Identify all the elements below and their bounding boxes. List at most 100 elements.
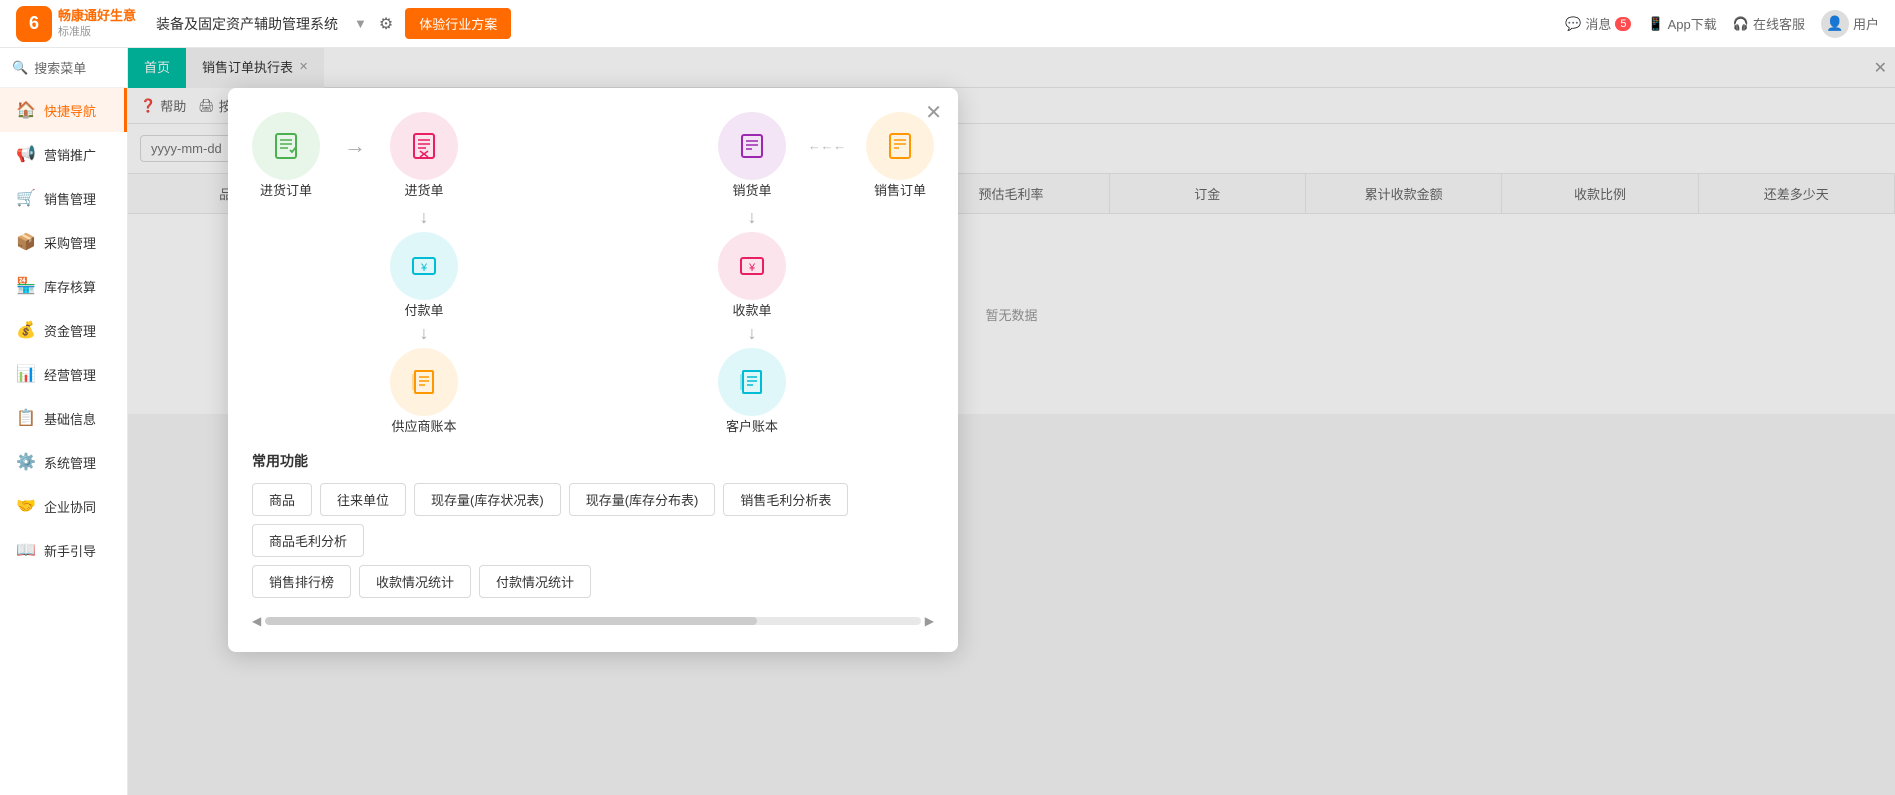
search-menu[interactable]: 🔍 搜索菜单 [0, 48, 127, 88]
service-icon: 🎧 [1733, 16, 1749, 32]
online-service-action[interactable]: 🎧 在线客服 [1733, 14, 1805, 33]
topbar-right: 💬 消息 5 📱 App下载 🎧 在线客服 👤 用户 [1565, 10, 1879, 38]
flow-node-purchase-order: 进货订单 [252, 112, 320, 199]
enterprise-icon: 🤝 [16, 496, 36, 516]
btn-counterparty[interactable]: 往来单位 [320, 483, 406, 516]
scroll-left-icon[interactable]: ◀ [252, 614, 261, 628]
purchase-icon: 📦 [16, 232, 36, 252]
sidebar-item-marketing[interactable]: 📢 营销推广 [0, 132, 127, 176]
receipt-slip-label: 收款单 [732, 300, 771, 319]
sidebar-item-finance[interactable]: 💰 资金管理 [0, 308, 127, 352]
btn-payment-stats[interactable]: 付款情况统计 [479, 565, 591, 598]
sales-slip-label: 销货单 [732, 180, 771, 199]
purchase-order-icon [252, 112, 320, 180]
btn-sales-margin[interactable]: 销售毛利分析表 [723, 483, 848, 516]
flow-node-payment-slip: ¥ 付款单 [390, 232, 458, 319]
sidebar-item-system[interactable]: ⚙️ 系统管理 [0, 440, 127, 484]
message-label: 消息 [1585, 14, 1611, 33]
sidebar-item-enterprise[interactable]: 🤝 企业协同 [0, 484, 127, 528]
experience-button[interactable]: 体验行业方案 [405, 8, 511, 39]
message-icon: 💬 [1565, 16, 1581, 32]
modal-box: ✕ 进货订单 → [228, 88, 958, 652]
app-download-icon: 📱 [1647, 16, 1663, 32]
flow-node-sales-order: 销售订单 [866, 112, 934, 199]
btn-stock-status[interactable]: 现存量(库存状况表) [414, 483, 561, 516]
flow-node-supplier-ledger: 供应商账本 [390, 348, 458, 435]
arrow-pay-down: ↓ [390, 323, 458, 344]
logo-text: 畅康通好生意 标准版 [58, 8, 136, 40]
gear-icon[interactable]: ⚙ [379, 14, 393, 34]
sidebar-item-label: 营销推广 [44, 145, 96, 164]
sidebar-item-label: 资金管理 [44, 321, 96, 340]
sales-icon: 🛒 [16, 188, 36, 208]
scrollbar-thumb [265, 617, 757, 625]
home-icon: 🏠 [16, 100, 36, 120]
guide-icon: 📖 [16, 540, 36, 560]
flow-node-receipt-slip: ¥ 收款单 [718, 232, 786, 319]
scroll-right-icon[interactable]: ▶ [925, 614, 934, 628]
online-service-label: 在线客服 [1753, 14, 1805, 33]
sidebar-item-label: 系统管理 [44, 453, 96, 472]
modal-overlay: ✕ 进货订单 → [128, 48, 1895, 795]
inventory-icon: 🏪 [16, 276, 36, 296]
flow-diagram: 进货订单 → 进货单 [252, 112, 934, 435]
arrow-ss-down: ↓ [718, 207, 786, 228]
svg-text:¥: ¥ [748, 262, 756, 274]
svg-text:¥: ¥ [420, 262, 428, 274]
btn-sales-rank[interactable]: 销售排行榜 [252, 565, 351, 598]
operations-icon: 📊 [16, 364, 36, 384]
search-icon: 🔍 [12, 60, 28, 76]
logo-icon: 6 [16, 6, 52, 42]
modal-close-button[interactable]: ✕ [925, 100, 942, 125]
user-action[interactable]: 👤 用户 [1821, 10, 1879, 38]
sales-order-icon [866, 112, 934, 180]
system-icon: ⚙️ [16, 452, 36, 472]
common-title: 常用功能 [252, 451, 934, 471]
customer-ledger-icon [718, 348, 786, 416]
sidebar-item-purchase[interactable]: 📦 采购管理 [0, 220, 127, 264]
app-download-action[interactable]: 📱 App下载 [1647, 14, 1716, 33]
btn-stock-dist[interactable]: 现存量(库存分布表) [569, 483, 716, 516]
common-buttons-row1: 商品 往来单位 现存量(库存状况表) 现存量(库存分布表) 销售毛利分析表 商品… [252, 483, 934, 557]
customer-ledger-label: 客户账本 [726, 416, 778, 435]
sidebar-item-operations[interactable]: 📊 经营管理 [0, 352, 127, 396]
content-area: 首页 销售订单执行表 ✕ ✕ ❓ 帮助 🖨 按模板打印 ▼ [128, 48, 1895, 795]
purchase-order-label: 进货订单 [260, 180, 312, 199]
sidebar-item-label: 基础信息 [44, 409, 96, 428]
sidebar-item-label: 采购管理 [44, 233, 96, 252]
sidebar-item-inventory[interactable]: 🏪 库存核算 [0, 264, 127, 308]
system-title: 装备及固定资产辅助管理系统 [156, 14, 338, 34]
btn-product-margin[interactable]: 商品毛利分析 [252, 524, 364, 557]
sidebar-item-label: 企业协同 [44, 497, 96, 516]
receipt-slip-icon: ¥ [718, 232, 786, 300]
sidebar-item-quick-nav[interactable]: 🏠 快捷导航 [0, 88, 127, 132]
sidebar-item-guide[interactable]: 📖 新手引导 [0, 528, 127, 572]
payment-slip-icon: ¥ [390, 232, 458, 300]
btn-product[interactable]: 商品 [252, 483, 312, 516]
btn-receipt-stats[interactable]: 收款情况统计 [359, 565, 471, 598]
purchase-slip-label: 进货单 [404, 180, 443, 199]
sales-order-label: 销售订单 [874, 180, 926, 199]
arrow-rec-down: ↓ [718, 323, 786, 344]
scrollbar-track[interactable] [265, 617, 921, 625]
avatar: 👤 [1821, 10, 1849, 38]
brand-sub: 标准版 [58, 23, 136, 39]
payment-slip-label: 付款单 [404, 300, 443, 319]
base-info-icon: 📋 [16, 408, 36, 428]
arrow-po-ps: → [320, 133, 390, 179]
supplier-ledger-label: 供应商账本 [391, 416, 456, 435]
sidebar-item-label: 销售管理 [44, 189, 96, 208]
sidebar-item-base-info[interactable]: 📋 基础信息 [0, 396, 127, 440]
dropdown-icon[interactable]: ▼ [354, 16, 367, 31]
message-badge: 5 [1615, 17, 1631, 31]
common-functions: 常用功能 商品 往来单位 现存量(库存状况表) 现存量(库存分布表) 销售毛利分… [252, 451, 934, 598]
message-action[interactable]: 💬 消息 5 [1565, 14, 1631, 33]
sidebar-item-label: 经营管理 [44, 365, 96, 384]
modal-scrollbar: ◀ ▶ [252, 614, 934, 628]
purchase-slip-icon [390, 112, 458, 180]
arrow-ps-down: ↓ [390, 207, 458, 228]
sidebar-item-sales[interactable]: 🛒 销售管理 [0, 176, 127, 220]
finance-icon: 💰 [16, 320, 36, 340]
sidebar: 🔍 搜索菜单 🏠 快捷导航 📢 营销推广 🛒 销售管理 📦 采购管理 🏪 [0, 48, 128, 795]
common-buttons-row2: 销售排行榜 收款情况统计 付款情况统计 [252, 565, 934, 598]
